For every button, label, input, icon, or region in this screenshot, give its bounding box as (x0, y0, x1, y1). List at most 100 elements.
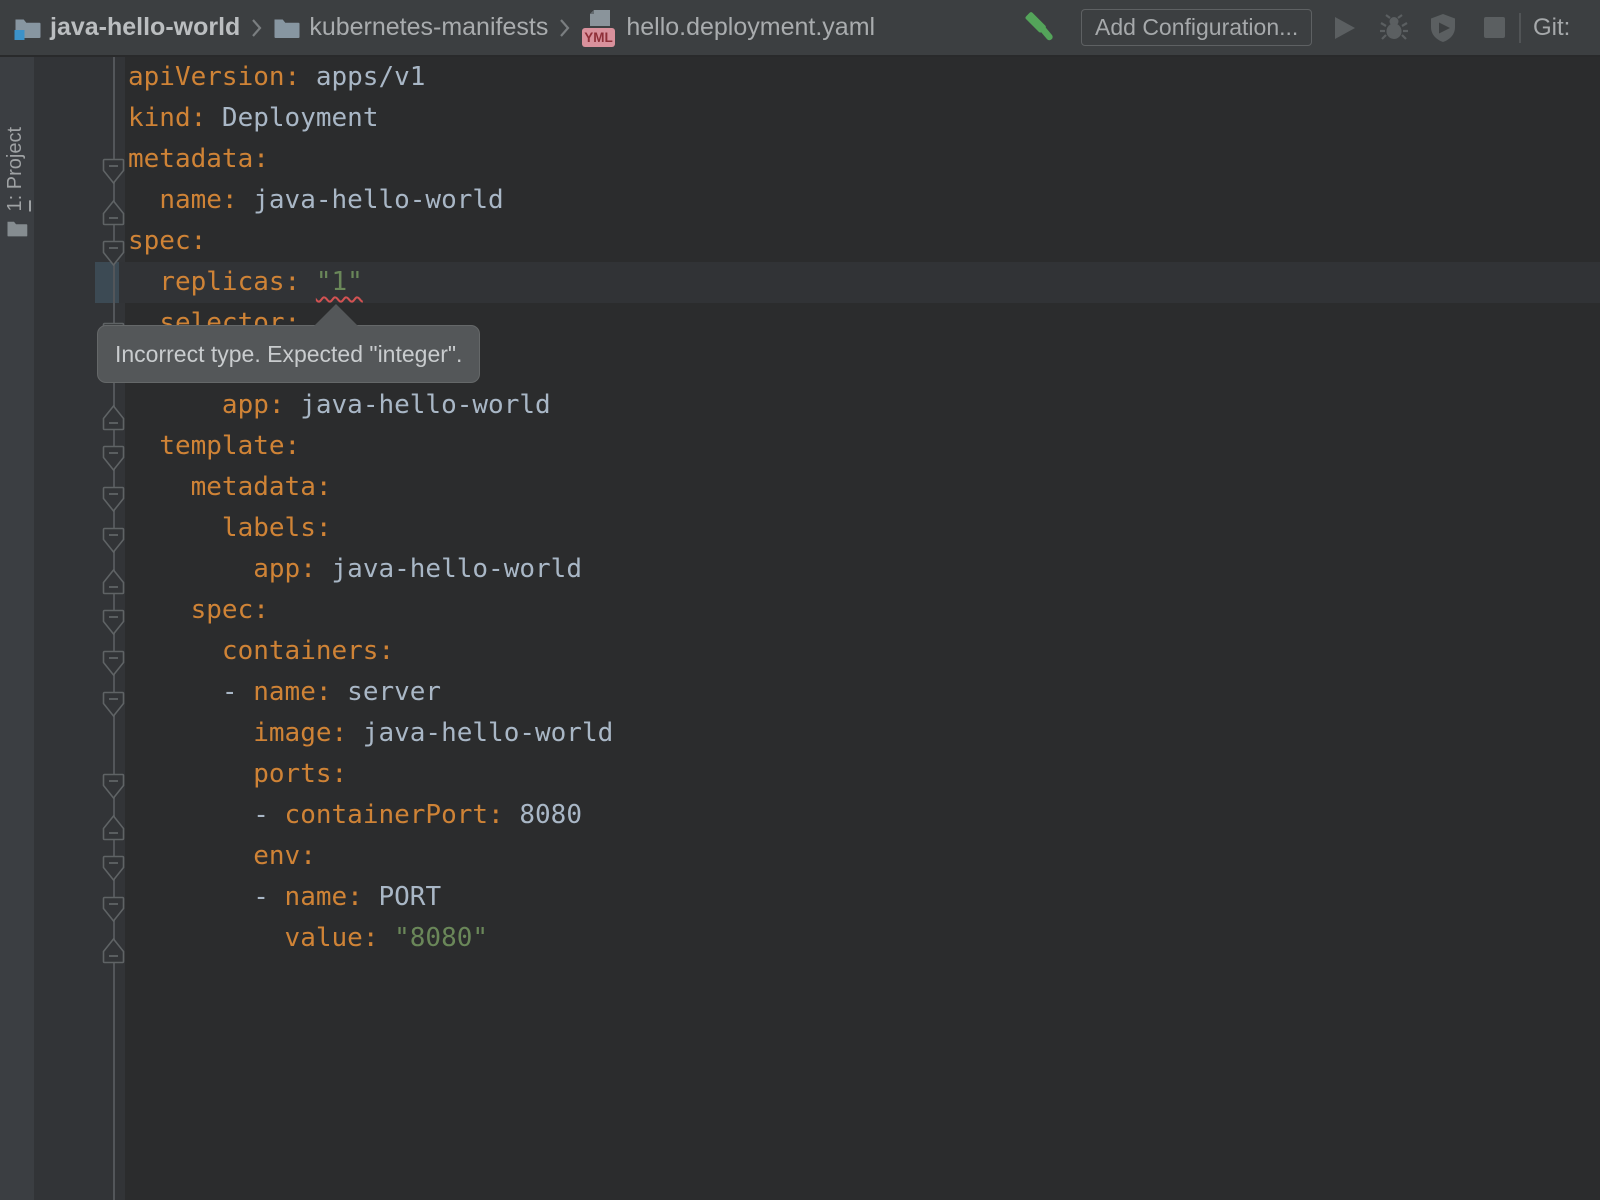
code-line[interactable]: replicas: "1" (0, 262, 1600, 303)
fold-marker-start[interactable] (102, 609, 125, 636)
breadcrumb: java-hello-world kubernetes-manifests YMLh… (14, 0, 875, 55)
token-val: PORT (363, 882, 441, 912)
breadcrumb-item-hello.deployment.yaml[interactable]: YMLhello.deployment.yaml (581, 8, 875, 48)
code-line[interactable]: value: "8080" (0, 918, 1600, 959)
code-line[interactable]: - containerPort: 8080 (0, 795, 1600, 836)
fold-marker-start[interactable] (102, 650, 125, 677)
stop-icon[interactable] (1483, 16, 1506, 39)
svg-text:YML: YML (585, 30, 614, 45)
project-folder-icon (6, 219, 28, 243)
breadcrumb-item-kubernetes-manifests[interactable]: kubernetes-manifests (273, 13, 548, 42)
token-val: java-hello-world (316, 554, 582, 584)
code-line[interactable]: kind: Deployment (0, 98, 1600, 139)
token-val: server (332, 677, 442, 707)
token-key: env: (253, 841, 316, 871)
yaml-file-icon: YML (581, 8, 617, 48)
error-tooltip: Incorrect type. Expected "integer". (97, 325, 480, 383)
token-key: labels: (222, 513, 332, 543)
token-key: spec: (191, 595, 269, 625)
token-dash: - (253, 800, 284, 830)
token-key: spec: (128, 226, 206, 256)
code-line[interactable]: - name: server (0, 672, 1600, 713)
token-key: name: (159, 185, 237, 215)
token-dash: - (222, 677, 253, 707)
code-line[interactable]: - name: PORT (0, 877, 1600, 918)
fold-marker-start[interactable] (102, 158, 125, 185)
token-val: Deployment (206, 103, 378, 133)
breadcrumb-label: java-hello-world (50, 13, 240, 42)
fold-marker-start[interactable] (102, 486, 125, 513)
code-line[interactable]: apiVersion: apps/v1 (0, 57, 1600, 98)
token-val: java-hello-world (238, 185, 504, 215)
breadcrumb-chevron-icon (250, 16, 263, 40)
run-with-coverage-icon[interactable] (1429, 13, 1457, 43)
token-key: name: (285, 882, 363, 912)
token-val: java-hello-world (285, 390, 551, 420)
code-line[interactable]: template: (0, 426, 1600, 467)
code-line[interactable]: labels: (0, 508, 1600, 549)
toolbar-divider (1519, 13, 1521, 43)
fold-marker-end[interactable] (102, 814, 125, 841)
fold-marker-end[interactable] (102, 404, 125, 431)
tooltip-arrow (313, 304, 359, 327)
editor: apiVersion: apps/v1kind: Deploymentmetad… (0, 57, 1600, 1200)
build-hammer-icon[interactable] (1022, 11, 1056, 45)
token-key: image: (253, 718, 347, 748)
code-line[interactable]: metadata: (0, 139, 1600, 180)
token-val: java-hello-world (347, 718, 613, 748)
token-key: containers: (222, 636, 394, 666)
breadcrumb-chevron-icon (558, 16, 571, 40)
fold-marker-start[interactable] (102, 773, 125, 800)
code-line[interactable]: spec: (0, 221, 1600, 262)
code-line[interactable]: ports: (0, 754, 1600, 795)
code-line[interactable]: app: java-hello-world (0, 385, 1600, 426)
debug-bug-icon[interactable] (1380, 14, 1408, 42)
fold-marker-start[interactable] (102, 896, 125, 923)
fold-marker-end[interactable] (102, 568, 125, 595)
ide-window: java-hello-world kubernetes-manifests YMLh… (0, 0, 1600, 1200)
tooltip-text: Incorrect type. Expected "integer". (115, 341, 462, 368)
token-dash: - (253, 882, 284, 912)
fold-marker-start[interactable] (102, 855, 125, 882)
fold-marker-start[interactable] (102, 527, 125, 554)
git-branch-widget[interactable]: Git: (1533, 0, 1570, 55)
tool-window-bar: 1: Project (0, 57, 34, 1200)
token-val (378, 923, 394, 953)
add-configuration-button[interactable]: Add Configuration... (1081, 9, 1312, 46)
fold-marker-start[interactable] (102, 691, 125, 718)
fold-marker-end[interactable] (102, 199, 125, 226)
token-key: metadata: (191, 472, 332, 502)
token-key: kind: (128, 103, 206, 133)
token-val: 8080 (504, 800, 582, 830)
token-str: "1" (316, 267, 363, 297)
code-line[interactable]: env: (0, 836, 1600, 877)
token-key: containerPort: (285, 800, 504, 830)
run-icon[interactable] (1332, 15, 1357, 41)
code-line[interactable]: app: java-hello-world (0, 549, 1600, 590)
code-area: apiVersion: apps/v1kind: Deploymentmetad… (0, 57, 1600, 959)
token-key: name: (253, 677, 331, 707)
code-line[interactable]: spec: (0, 590, 1600, 631)
token-val: apps/v1 (300, 62, 425, 92)
folder-icon (273, 16, 300, 40)
code-line[interactable]: metadata: (0, 467, 1600, 508)
breadcrumb-label: kubernetes-manifests (309, 13, 548, 42)
token-key: value: (285, 923, 379, 953)
token-key: app: (222, 390, 285, 420)
code-line[interactable]: containers: (0, 631, 1600, 672)
token-key: replicas: (159, 267, 300, 297)
toolbar-separator (0, 55, 1600, 57)
token-key: apiVersion: (128, 62, 300, 92)
fold-marker-start[interactable] (102, 240, 125, 267)
code-line[interactable]: name: java-hello-world (0, 180, 1600, 221)
code-line[interactable]: image: java-hello-world (0, 713, 1600, 754)
token-key: app: (253, 554, 316, 584)
fold-marker-end[interactable] (102, 937, 125, 964)
fold-marker-start[interactable] (102, 445, 125, 472)
token-key: ports: (253, 759, 347, 789)
breadcrumb-item-java-hello-world[interactable]: java-hello-world (14, 13, 240, 42)
token-key: metadata: (128, 144, 269, 174)
project-tool-window-button[interactable]: 1: Project (4, 127, 27, 211)
token-str: "8080" (394, 923, 488, 953)
project-folder-icon (14, 16, 41, 40)
